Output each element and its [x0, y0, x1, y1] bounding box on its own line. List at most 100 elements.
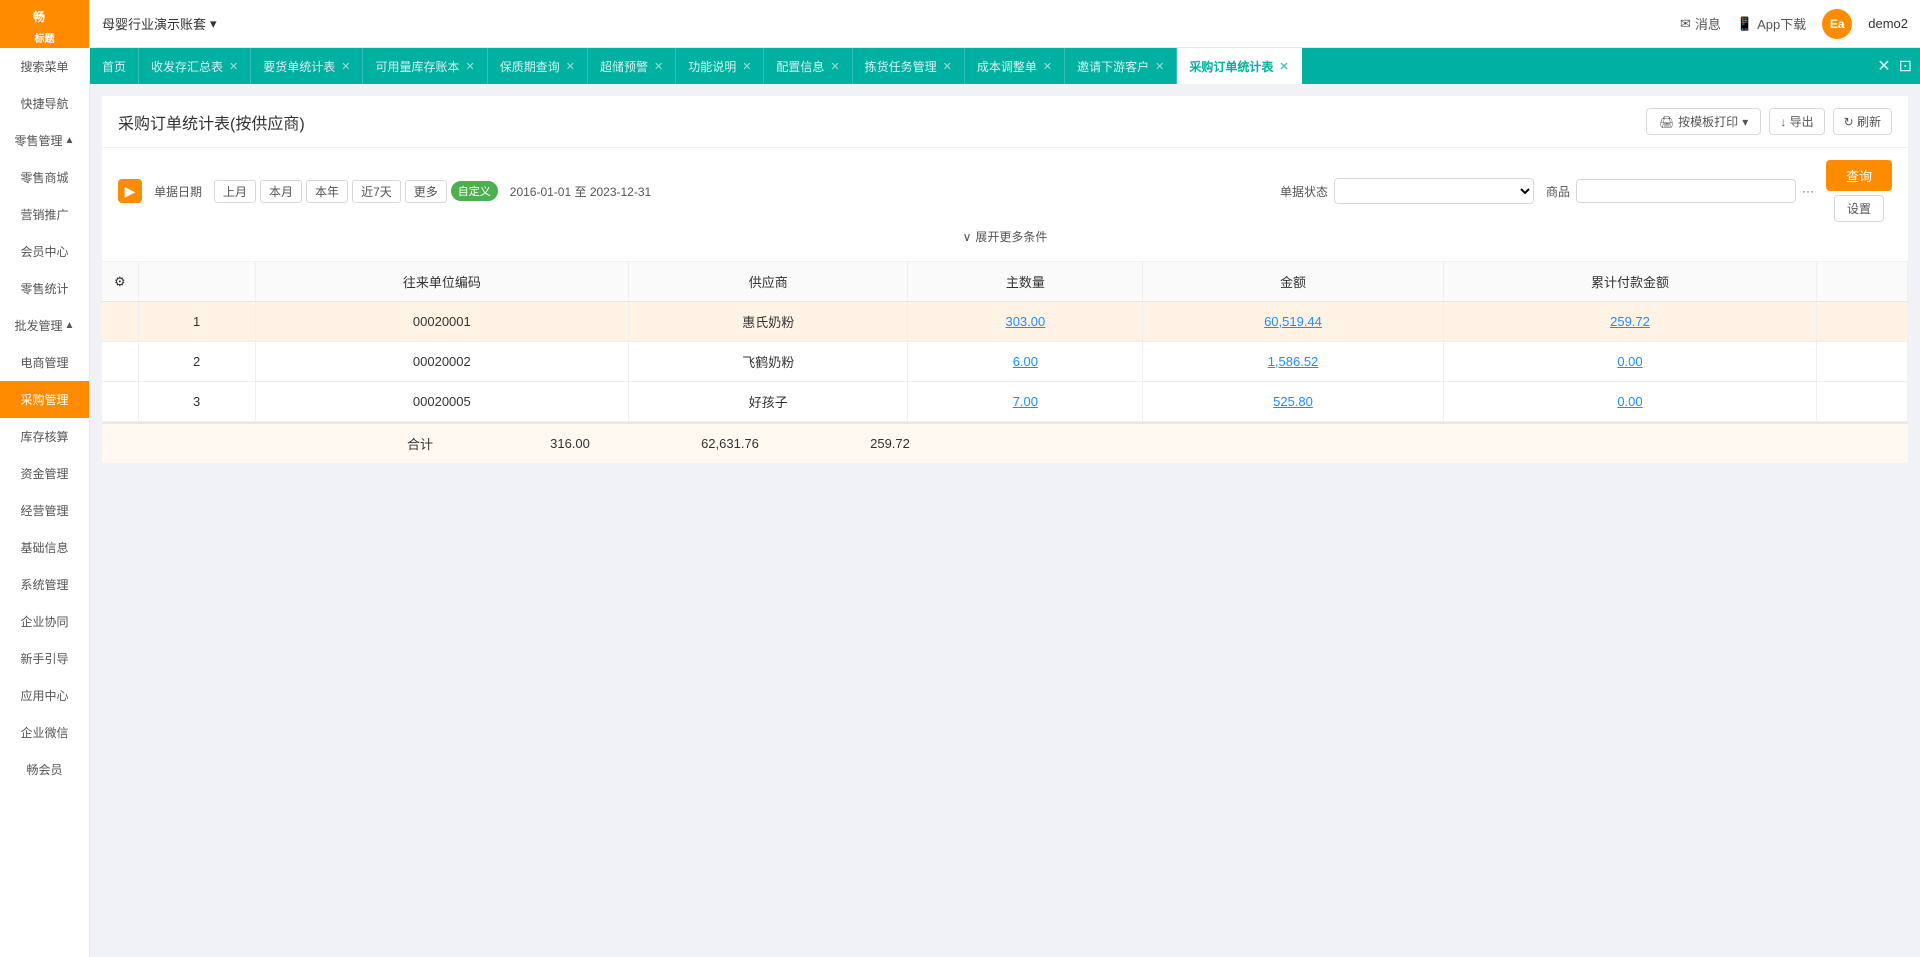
tab-item-usable_stock[interactable]: 可用量库存账本 ✕: [363, 48, 487, 84]
sidebar-item-label-system: 系统管理: [20, 576, 68, 593]
refresh-icon: ↻: [1844, 115, 1854, 129]
filter-toggle-icon: ▶: [125, 183, 136, 200]
sidebar-item-search[interactable]: 搜索菜单: [0, 48, 89, 85]
footer-amount: 62,631.76: [650, 436, 810, 451]
tab-item-pick_task[interactable]: 拣货任务管理✕: [853, 48, 965, 84]
sidebar-item-vip[interactable]: 畅会员: [0, 751, 89, 788]
tab-close-config_info[interactable]: ✕: [830, 60, 839, 73]
tab-close-cost_adjust[interactable]: ✕: [1043, 60, 1052, 73]
date-btn-this-month[interactable]: 本月: [260, 180, 302, 203]
sidebar-item-purchase[interactable]: 采购管理: [0, 381, 89, 418]
sidebar-item-operations[interactable]: 经营管理: [0, 492, 89, 529]
row-settings-1: [102, 342, 138, 382]
sidebar-item-ecommerce[interactable]: 电商管理: [0, 344, 89, 381]
sidebar-item-enterprise_wechat[interactable]: 企业微信: [0, 714, 89, 751]
tab-close-overstock_warning[interactable]: ✕: [654, 60, 663, 73]
refresh-label: 刷新: [1857, 115, 1881, 129]
sidebar-item-retail[interactable]: 零售管理▲: [0, 122, 89, 159]
sidebar-item-label-vip: 畅会员: [26, 761, 62, 778]
export-button[interactable]: ↓ 导出: [1769, 108, 1824, 135]
date-btn-7days[interactable]: 近7天: [352, 180, 401, 203]
row-paid-amount-2[interactable]: 0.00: [1443, 382, 1817, 422]
col-unit-code: 往来单位编码: [255, 262, 629, 302]
industry-dropdown[interactable]: 母婴行业演示账套 ▾: [102, 14, 217, 33]
sidebar-item-label-search: 搜索菜单: [20, 58, 68, 75]
message-btn[interactable]: ✉ 消息: [1680, 14, 1721, 33]
row-main-qty-2[interactable]: 7.00: [908, 382, 1143, 422]
tab-item-order_stats[interactable]: 要货单统计表✕: [251, 48, 363, 84]
sidebar-item-retail_stats[interactable]: 零售统计: [0, 270, 89, 307]
row-amount-1[interactable]: 1,586.52: [1143, 342, 1443, 382]
print-button[interactable]: 🖨 按模板打印 ▾: [1646, 108, 1761, 135]
tab-label-purchase_stats: 采购订单统计表: [1189, 58, 1273, 75]
page-content: 采购订单统计表(按供应商) 🖨 按模板打印 ▾ ↓ 导出 ↻ 刷新: [90, 84, 1920, 957]
tab-item-receive_send[interactable]: 收发存汇总表✕: [139, 48, 251, 84]
tab-label-usable_stock: 可用量库存账本: [375, 58, 459, 75]
tab-label-invite_downstream: 邀请下游客户: [1077, 58, 1149, 75]
date-btn-more[interactable]: 更多: [405, 180, 447, 203]
logo-text: 标题: [35, 30, 55, 45]
sidebar-item-finance[interactable]: 资金管理: [0, 455, 89, 492]
sidebar-item-enterprise_collab[interactable]: 企业协同: [0, 603, 89, 640]
row-amount-2[interactable]: 525.80: [1143, 382, 1443, 422]
row-main-qty-0[interactable]: 303.00: [908, 302, 1143, 342]
row-extra-0: [1817, 302, 1908, 342]
date-btn-this-year[interactable]: 本年: [306, 180, 348, 203]
date-btn-last-month[interactable]: 上月: [214, 180, 256, 203]
row-paid-amount-0[interactable]: 259.72: [1443, 302, 1817, 342]
row-amount-0[interactable]: 60,519.44: [1143, 302, 1443, 342]
tab-close-usable_stock[interactable]: ✕: [466, 60, 475, 73]
refresh-button[interactable]: ↻ 刷新: [1833, 108, 1892, 135]
tab-item-cost_adjust[interactable]: 成本调整单 ✕: [965, 48, 1065, 84]
sidebar-item-system[interactable]: 系统管理: [0, 566, 89, 603]
tab-close-expiry_query[interactable]: ✕: [566, 60, 575, 73]
filter-toggle-button[interactable]: ▶: [118, 179, 142, 203]
sidebar-item-inventory[interactable]: 库存核算: [0, 418, 89, 455]
table-body: 1 00020001 惠氏奶粉 303.00 60,519.44 259.72 …: [102, 302, 1908, 422]
tab-close-pick_task[interactable]: ✕: [943, 60, 952, 73]
tab-label-cost_adjust: 成本调整单: [977, 58, 1037, 75]
tab-item-expiry_query[interactable]: 保质期查询✕: [488, 48, 588, 84]
query-button[interactable]: 查询: [1826, 160, 1892, 191]
tab-item-overstock_warning[interactable]: 超储预警✕: [588, 48, 676, 84]
tab-expand-icon[interactable]: ⊡: [1899, 56, 1912, 76]
table-row: 2 00020002 飞鹤奶粉 6.00 1,586.52 0.00: [102, 342, 1908, 382]
tab-item-invite_downstream[interactable]: 邀请下游客户 ✕: [1065, 48, 1177, 84]
sidebar-item-app_center[interactable]: 应用中心: [0, 677, 89, 714]
tab-close-purchase_stats[interactable]: ✕: [1279, 60, 1288, 73]
row-seq-0: 1: [138, 302, 255, 342]
app-download-btn[interactable]: 📱 App下载: [1737, 14, 1806, 33]
tab-close-all-icon[interactable]: ✕: [1877, 56, 1890, 76]
goods-filter-input[interactable]: [1576, 179, 1796, 203]
expand-more-button[interactable]: ∨ 展开更多条件: [118, 222, 1892, 249]
sidebar-item-retail_mall[interactable]: 零售商城: [0, 159, 89, 196]
sidebar-item-label-retail_mall: 零售商城: [20, 169, 68, 186]
row-seq-2: 3: [138, 382, 255, 422]
tab-item-func_desc[interactable]: 功能说明✕: [676, 48, 764, 84]
row-main-qty-1[interactable]: 6.00: [908, 342, 1143, 382]
tab-close-receive_send[interactable]: ✕: [229, 60, 238, 73]
tab-close-func_desc[interactable]: ✕: [742, 60, 751, 73]
sidebar-item-new_guide[interactable]: 新手引导: [0, 640, 89, 677]
sidebar-item-quick_nav[interactable]: 快捷导航: [0, 85, 89, 122]
tab-close-invite_downstream[interactable]: ✕: [1155, 60, 1164, 73]
sidebar-item-basic_info[interactable]: 基础信息: [0, 529, 89, 566]
status-filter-select[interactable]: [1334, 178, 1534, 204]
tab-close-order_stats[interactable]: ✕: [341, 60, 350, 73]
row-paid-amount-1[interactable]: 0.00: [1443, 342, 1817, 382]
tab-item-purchase_stats[interactable]: 采购订单统计表 ✕: [1177, 48, 1301, 84]
settings-button[interactable]: 设置: [1834, 195, 1884, 222]
goods-filter-more-icon[interactable]: ···: [1802, 184, 1814, 198]
tab-item-config_info[interactable]: 配置信息✕: [764, 48, 852, 84]
sidebar-item-marketing[interactable]: 营销推广: [0, 196, 89, 233]
date-custom-tag: 自定义: [451, 181, 498, 201]
sidebar-item-wholesale[interactable]: 批发管理▲: [0, 307, 89, 344]
sidebar-item-label-marketing: 营销推广: [20, 206, 68, 223]
sidebar-item-member[interactable]: 会员中心: [0, 233, 89, 270]
user-name[interactable]: demo2: [1868, 16, 1908, 31]
page-actions: 🖨 按模板打印 ▾ ↓ 导出 ↻ 刷新: [1646, 108, 1892, 135]
sidebar-item-label-ecommerce: 电商管理: [20, 354, 68, 371]
tab-item-home[interactable]: 首页: [90, 48, 139, 84]
col-main-qty: 主数量: [908, 262, 1143, 302]
row-supplier-0: 惠氏奶粉: [629, 302, 908, 342]
